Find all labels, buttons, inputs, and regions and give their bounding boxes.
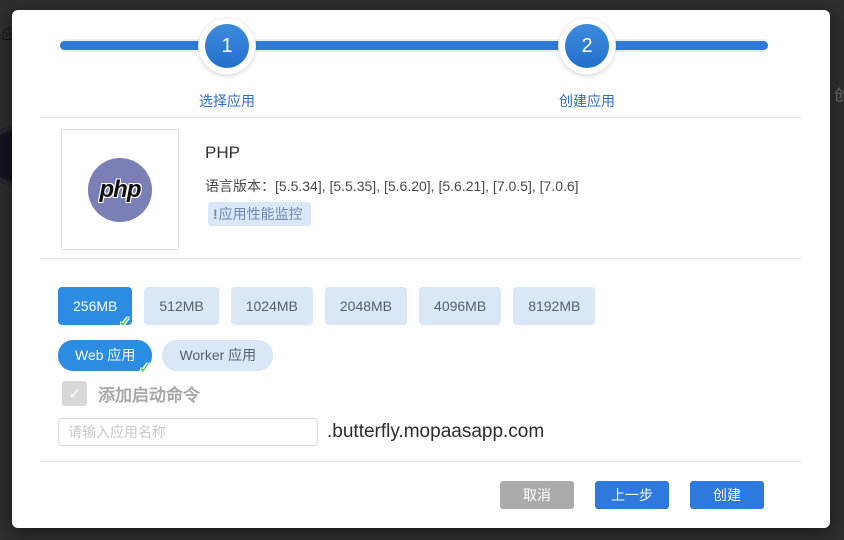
app-type-row: Web 应用 ✓ Worker 应用 bbox=[58, 340, 274, 376]
step-2-label: 创建应用 bbox=[559, 93, 615, 109]
app-type-label: Web 应用 bbox=[75, 347, 136, 363]
versions-list: [5.5.34], [5.5.35], [5.6.20], [5.6.21], … bbox=[275, 178, 579, 194]
divider bbox=[40, 117, 802, 118]
domain-suffix: .butterfly.mopaasapp.com bbox=[327, 421, 545, 442]
background-partial-text: 创 bbox=[834, 87, 844, 104]
memory-option-2048mb[interactable]: 2048MB bbox=[324, 287, 408, 325]
memory-option-1024mb[interactable]: 1024MB bbox=[230, 287, 313, 325]
previous-step-button[interactable]: 上一步 bbox=[595, 481, 669, 509]
php-logo-icon: php bbox=[88, 157, 152, 222]
footer-actions: 取消 上一步 创建 bbox=[500, 481, 764, 509]
memory-options-row: 256MB ✓ 512MB 1024MB 2048MB 4096MB 8192M… bbox=[58, 287, 596, 330]
app-versions: 语言版本：[5.5.34], [5.5.35], [5.6.20], [5.6.… bbox=[205, 176, 579, 196]
step-1-circle[interactable]: 1 bbox=[199, 18, 255, 74]
memory-option-label: 2048MB bbox=[339, 298, 393, 314]
app-type-web[interactable]: Web 应用 ✓ bbox=[58, 340, 153, 376]
apm-badge: !应用性能监控 bbox=[208, 202, 311, 227]
memory-option-4096mb[interactable]: 4096MB bbox=[419, 287, 502, 325]
exclamation-icon: ! bbox=[213, 206, 218, 222]
memory-option-256mb[interactable]: 256MB ✓ bbox=[58, 287, 133, 330]
check-icon: ✓ bbox=[118, 314, 132, 331]
stepper-progress-bar bbox=[60, 41, 768, 50]
create-button[interactable]: 创建 bbox=[690, 481, 764, 509]
memory-option-8192mb[interactable]: 8192MB bbox=[513, 287, 596, 325]
create-app-modal: 1 2 选择应用 创建应用 php PHP 语言版本：[5.5.34], [5.… bbox=[12, 10, 830, 528]
app-type-worker[interactable]: Worker 应用 bbox=[162, 340, 274, 372]
divider bbox=[40, 258, 802, 259]
step-1-label: 选择应用 bbox=[199, 93, 255, 109]
startup-command-checkbox[interactable]: ✓ bbox=[62, 381, 87, 406]
memory-option-label: 1024MB bbox=[245, 298, 298, 314]
cancel-button[interactable]: 取消 bbox=[500, 481, 574, 509]
memory-option-512mb[interactable]: 512MB bbox=[144, 287, 219, 325]
memory-option-label: 8192MB bbox=[528, 298, 581, 314]
versions-label: 语言版本： bbox=[205, 178, 275, 194]
memory-option-label: 256MB bbox=[73, 298, 118, 314]
apm-badge-label: 应用性能监控 bbox=[218, 206, 303, 222]
startup-command-label: 添加启动命令 bbox=[98, 386, 200, 405]
check-icon: ✓ bbox=[138, 360, 152, 378]
divider bbox=[40, 461, 802, 462]
app-type-label: Worker 应用 bbox=[179, 347, 257, 363]
app-name-input[interactable] bbox=[58, 418, 318, 446]
checkbox-check-icon: ✓ bbox=[68, 385, 81, 403]
php-logo-text: php bbox=[99, 175, 142, 203]
memory-option-label: 512MB bbox=[159, 298, 204, 314]
step-2-number: 2 bbox=[565, 24, 609, 68]
startup-command-row: ✓ 添加启动命令 bbox=[62, 381, 200, 406]
app-title: PHP bbox=[205, 143, 240, 162]
memory-option-label: 4096MB bbox=[434, 298, 487, 314]
app-card: php bbox=[61, 129, 179, 250]
step-1-number: 1 bbox=[205, 24, 249, 68]
step-2-circle[interactable]: 2 bbox=[559, 18, 615, 74]
app-name-row: .butterfly.mopaasapp.com bbox=[58, 418, 544, 446]
